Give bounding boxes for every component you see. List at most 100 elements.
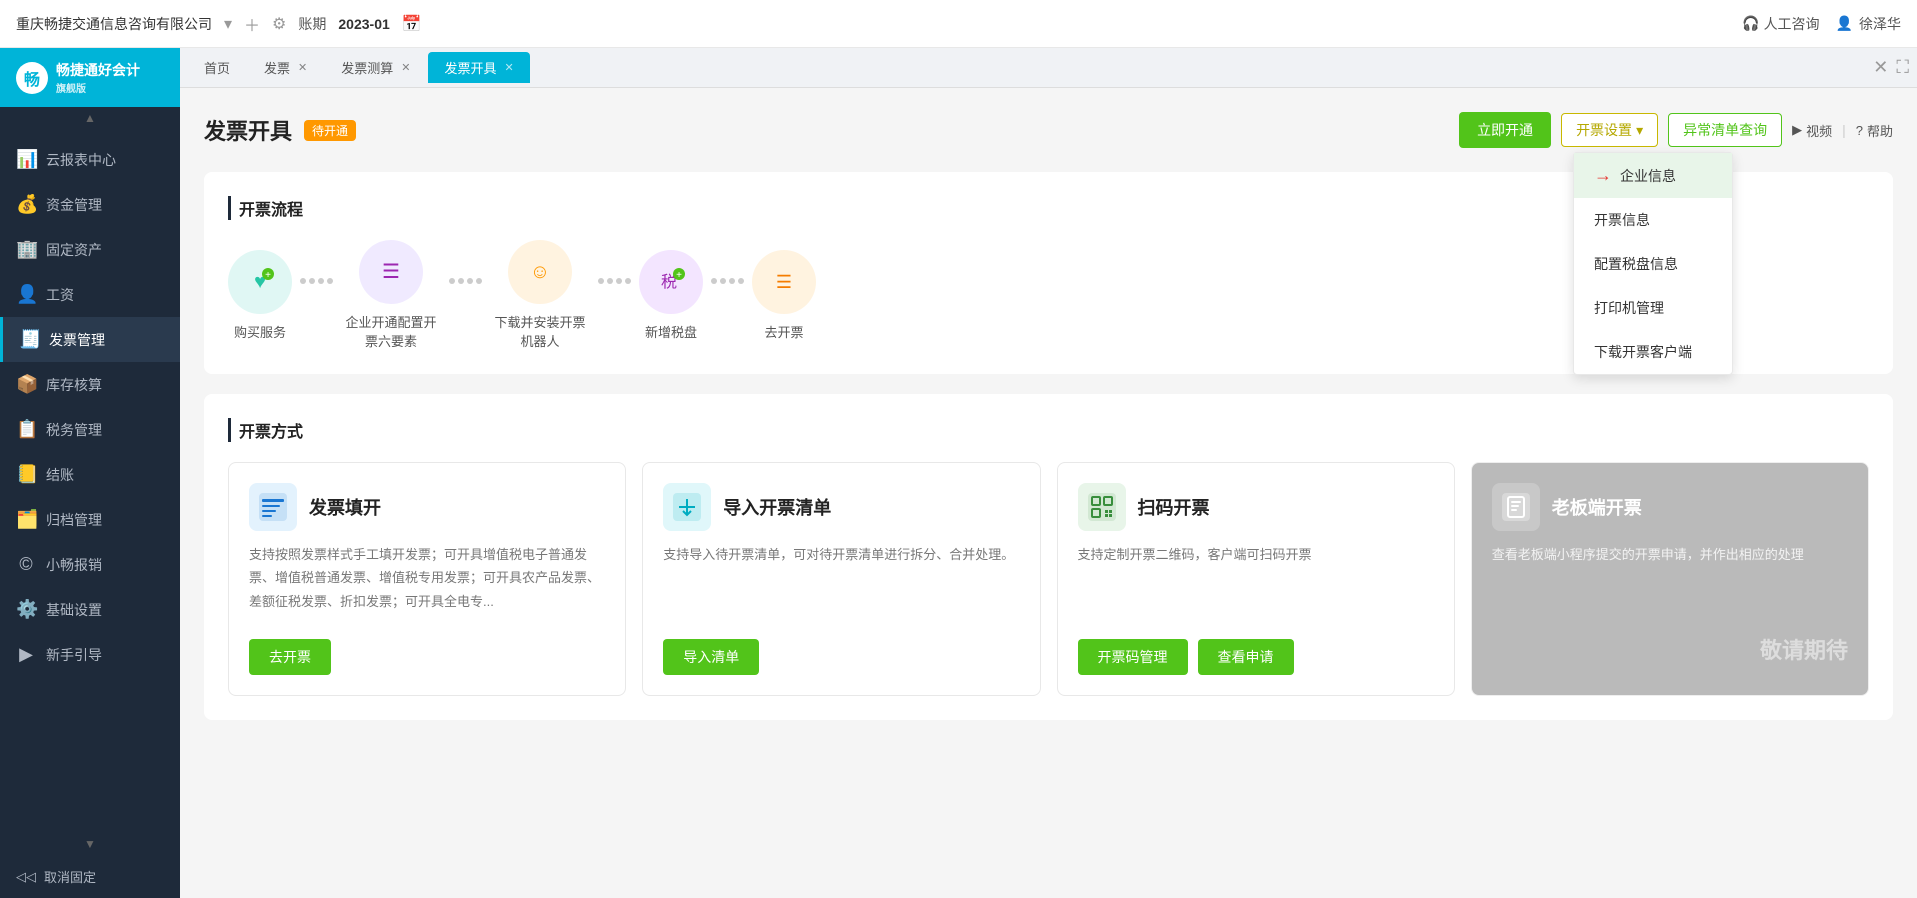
sidebar-label-inventory: 库存核算 [46, 375, 102, 395]
sidebar-label-cloud-report: 云报表中心 [46, 150, 116, 170]
sidebar-item-fixed-assets[interactable]: 🏢 固定资产 [0, 227, 180, 272]
video-button[interactable]: ▶ 视频 [1792, 121, 1832, 140]
dropdown-item-tax-config[interactable]: 配置税盘信息 [1574, 242, 1732, 286]
manual-fill-icon [249, 483, 297, 531]
help-button[interactable]: ? 帮助 [1856, 121, 1893, 140]
close-invoice-tab[interactable]: ✕ [298, 61, 307, 74]
sidebar-nav: 📊 云报表中心 💰 资金管理 🏢 固定资产 👤 工资 🧾 发票管理 📦 [0, 129, 180, 833]
scan-code-icon [1078, 483, 1126, 531]
sidebar-label-settings: 基础设置 [46, 600, 102, 620]
scan-code-title: 扫码开票 [1138, 494, 1210, 520]
page-title-group: 发票开具 待开通 [204, 114, 356, 146]
maximize-icon[interactable]: ⛶ [1896, 57, 1909, 78]
flow-step-buy-service: ♥ + 购买服务 [228, 250, 292, 341]
manual-fill-desc: 支持按照发票样式手工填开发票；可开具增值税电子普通发票、增值税普通发票、增值税专… [249, 543, 605, 623]
flow-step-label-config: 企业开通配置开票六要素 [341, 312, 441, 350]
abnormal-button[interactable]: 异常清单查询 [1668, 113, 1782, 147]
scroll-up[interactable]: ▲ [0, 107, 180, 129]
flow-step-label-go-invoice: 去开票 [764, 322, 803, 341]
sidebar-item-archive[interactable]: 🗂️ 归档管理 [0, 497, 180, 542]
content-area: 首页 发票 ✕ 发票测算 ✕ 发票开具 ✕ ✕ ⛶ [180, 48, 1917, 898]
top-bar: 重庆畅捷交通信息咨询有限公司 ▾ ＋ ⚙ 账期 2023-01 📅 🎧 人工咨询… [0, 0, 1917, 48]
sidebar-item-xiao-report[interactable]: © 小畅报销 [0, 542, 180, 587]
sidebar-item-invoice[interactable]: 🧾 发票管理 [0, 317, 180, 362]
salary-icon: 👤 [16, 284, 36, 305]
import-list-title: 导入开票清单 [723, 494, 831, 520]
flow-step-add-disk: 税 + 新增税盘 [639, 250, 703, 341]
logo-title: 畅捷通好会计 [56, 60, 140, 80]
xiao-report-icon: © [16, 554, 36, 575]
dropdown-item-company-info[interactable]: → 企业信息 [1574, 153, 1732, 198]
sidebar-item-fund[interactable]: 💰 资金管理 [0, 182, 180, 227]
sidebar-item-inventory[interactable]: 📦 库存核算 [0, 362, 180, 407]
user-avatar-icon: 👤 [1836, 15, 1853, 32]
status-badge: 待开通 [304, 120, 356, 141]
dropdown-item-download-client[interactable]: 下载开票客户端 [1574, 330, 1732, 374]
import-list-desc: 支持导入待开票清单，可对待开票清单进行拆分、合并处理。 [663, 543, 1019, 623]
settings-button[interactable]: 开票设置 ▾ [1561, 113, 1658, 147]
close-invoice-issue-tab[interactable]: ✕ [505, 61, 514, 74]
sidebar-item-salary[interactable]: 👤 工资 [0, 272, 180, 317]
activate-button[interactable]: 立即开通 [1459, 112, 1551, 148]
scan-code-apply-button[interactable]: 查看申请 [1198, 639, 1294, 675]
dropdown-item-printer[interactable]: 打印机管理 [1574, 286, 1732, 330]
tab-invoice-calc[interactable]: 发票测算 ✕ [325, 52, 426, 83]
dropdown-icon[interactable]: ▾ [224, 14, 232, 34]
svg-text:+: + [265, 270, 271, 281]
period-value: 2023-01 [338, 16, 389, 32]
scan-code-manage-button[interactable]: 开票码管理 [1078, 639, 1188, 675]
settings-sidebar-icon: ⚙️ [16, 599, 36, 620]
svg-text:+: + [676, 270, 682, 281]
sidebar-item-settings[interactable]: ⚙️ 基础设置 [0, 587, 180, 632]
method-card-header-import: 导入开票清单 [663, 483, 1019, 531]
sidebar-label-xiao-report: 小畅报销 [46, 555, 102, 575]
method-card-header-manual: 发票填开 [249, 483, 605, 531]
close-window-icon[interactable]: ✕ [1873, 57, 1888, 78]
settings-icon[interactable]: ⚙ [272, 14, 286, 34]
sidebar-item-tax[interactable]: 📋 税务管理 [0, 407, 180, 452]
sidebar-item-guide[interactable]: ▶ 新手引导 [0, 632, 180, 677]
chevron-down-icon: ▾ [1636, 122, 1643, 139]
close-invoice-calc-tab[interactable]: ✕ [401, 61, 410, 74]
sidebar-label-salary: 工资 [46, 285, 74, 305]
user-info[interactable]: 👤 徐泽华 [1836, 14, 1901, 34]
inventory-icon: 📦 [16, 374, 36, 395]
sidebar-label-guide: 新手引导 [46, 645, 102, 665]
dropdown-item-invoice-info[interactable]: 开票信息 [1574, 198, 1732, 242]
sidebar-label-archive: 归档管理 [46, 510, 102, 530]
boss-invoice-icon [1492, 483, 1540, 531]
logo-sub: 旗舰版 [56, 80, 140, 95]
flow-step-go-invoice: ☰ 去开票 [752, 250, 816, 341]
flow-step-download: ☺ 下载并安装开票机器人 [490, 240, 590, 350]
manual-fill-button[interactable]: 去开票 [249, 639, 331, 675]
sidebar-item-cloud-report[interactable]: 📊 云报表中心 [0, 137, 180, 182]
method-card-header-boss: 老板端开票 [1492, 483, 1848, 531]
svg-text:☺: ☺ [530, 261, 550, 283]
scroll-down[interactable]: ▼ [0, 833, 180, 855]
import-list-icon [663, 483, 711, 531]
sidebar-item-accounting[interactable]: 📒 结账 [0, 452, 180, 497]
page-header: 发票开具 待开通 立即开通 开票设置 ▾ 异常清单查询 ▶ 视频 | [204, 112, 1893, 148]
company-name[interactable]: 重庆畅捷交通信息咨询有限公司 [16, 14, 212, 34]
sidebar-label-fixed-assets: 固定资产 [46, 240, 102, 260]
sidebar: 畅 畅捷通好会计 旗舰版 ▲ 📊 云报表中心 💰 资金管理 🏢 固定资产 👤 [0, 48, 180, 898]
tab-invoice[interactable]: 发票 ✕ [248, 52, 323, 83]
support-btn[interactable]: 🎧 人工咨询 [1742, 14, 1819, 34]
calendar-icon[interactable]: 📅 [402, 14, 422, 34]
import-list-button[interactable]: 导入清单 [663, 639, 759, 675]
tab-bar: 首页 发票 ✕ 发票测算 ✕ 发票开具 ✕ ✕ ⛶ [180, 48, 1917, 88]
unpin-button[interactable]: ◁◁ 取消固定 [0, 855, 180, 898]
headset-icon: 🎧 [1742, 15, 1759, 32]
archive-icon: 🗂️ [16, 509, 36, 530]
logo-icon: 畅 [16, 62, 48, 94]
add-icon[interactable]: ＋ [244, 12, 260, 36]
boss-invoice-desc: 查看老板端小程序提交的开票申请，并作出相应的处理 [1492, 543, 1848, 623]
tab-home[interactable]: 首页 [188, 52, 246, 83]
tab-invoice-issue[interactable]: 发票开具 ✕ [428, 52, 529, 83]
cloud-report-icon: 📊 [16, 149, 36, 170]
fund-icon: 💰 [16, 194, 36, 215]
scan-code-buttons: 开票码管理 查看申请 [1078, 639, 1434, 675]
guide-icon: ▶ [16, 644, 36, 665]
page-title: 发票开具 [204, 114, 292, 146]
flow-step-label-download: 下载并安装开票机器人 [490, 312, 590, 350]
